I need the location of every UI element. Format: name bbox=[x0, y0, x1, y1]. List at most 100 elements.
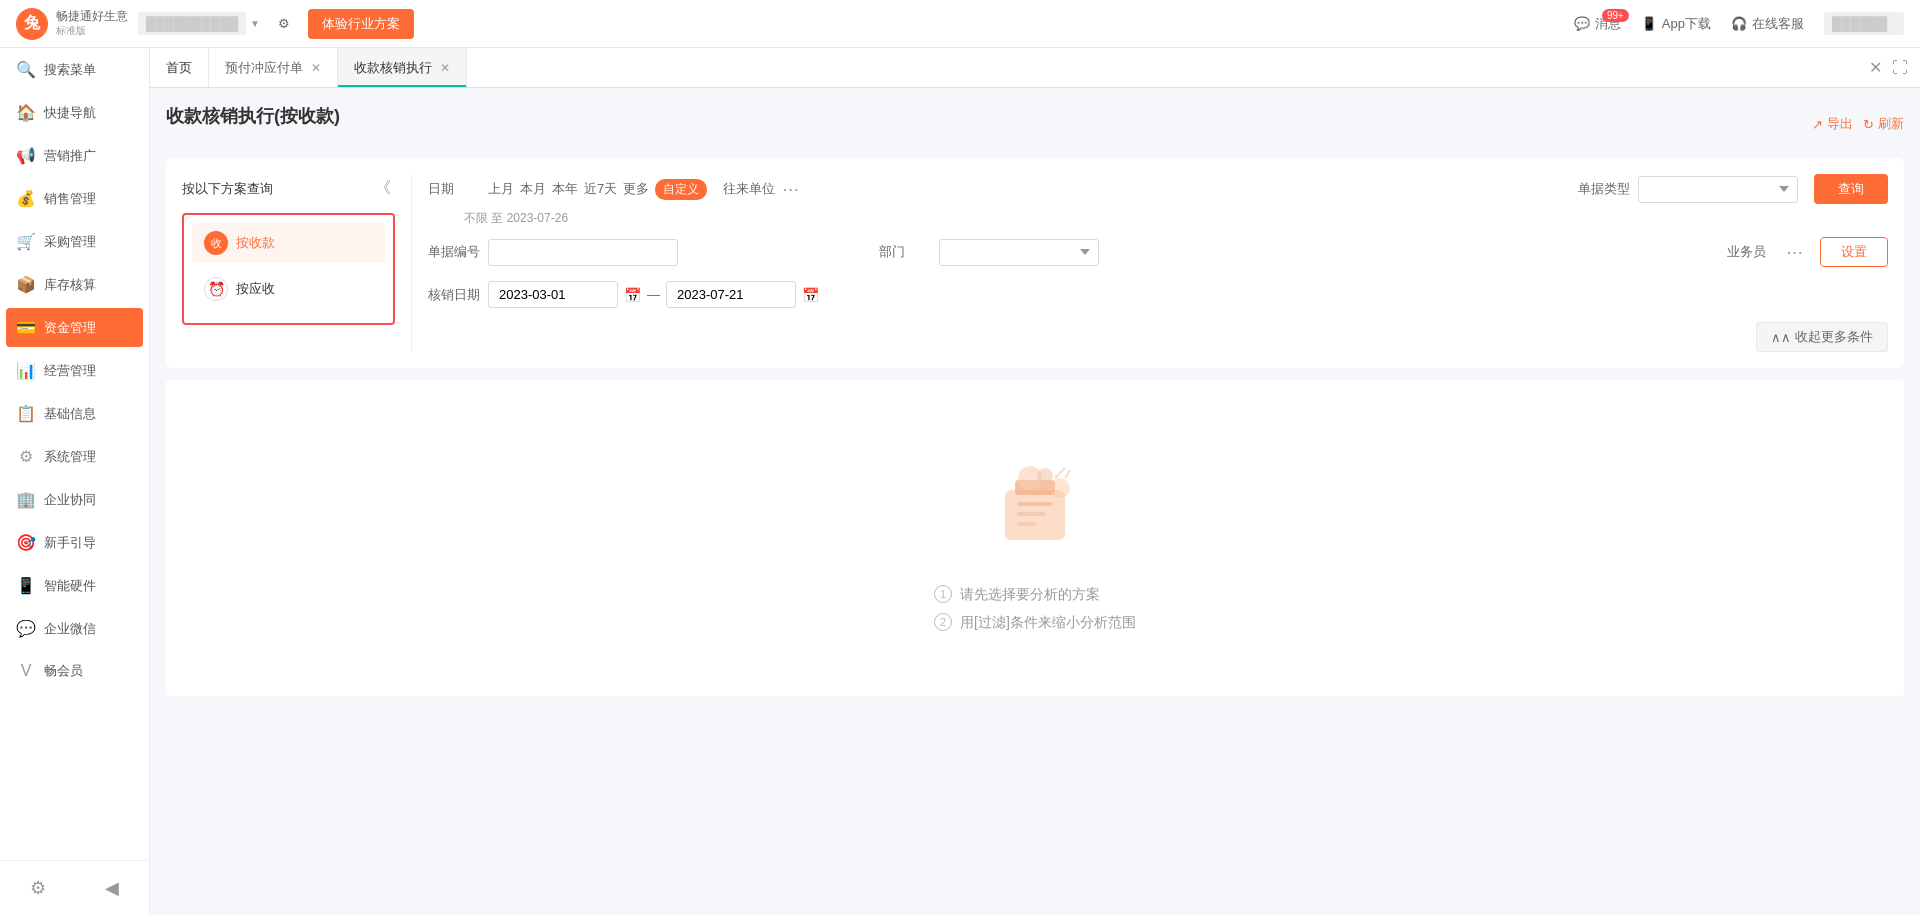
svg-rect-6 bbox=[1017, 522, 1037, 526]
sidebar-item-finance[interactable]: 💳 资金管理 bbox=[6, 308, 143, 347]
filter-container: 按以下方案查询 《 收 按收款 ⏰ 按应收 bbox=[166, 158, 1904, 368]
query-button[interactable]: 查询 bbox=[1814, 174, 1888, 204]
filter-collapse-button[interactable]: 《 bbox=[371, 174, 395, 203]
date-shortcut-more[interactable]: 更多 bbox=[623, 180, 649, 198]
verify-date-end-cal-icon[interactable]: 📅 bbox=[802, 287, 819, 303]
sidebar-label-basic-info: 基础信息 bbox=[44, 405, 96, 423]
counterparty-label: 往来单位 bbox=[723, 180, 775, 198]
hint-num-2: 2 bbox=[934, 613, 952, 631]
online-service-button[interactable]: 🎧 在线客服 bbox=[1731, 15, 1804, 33]
sidebar-label-wechat: 企业微信 bbox=[44, 620, 96, 638]
verify-date-start-cal-icon[interactable]: 📅 bbox=[624, 287, 641, 303]
app-download-label: App下载 bbox=[1662, 15, 1711, 33]
sidebar-label-purchase: 采购管理 bbox=[44, 233, 96, 251]
sidebar-item-quick-nav[interactable]: 🏠 快捷导航 bbox=[0, 91, 149, 134]
sidebar-item-basic-info[interactable]: 📋 基础信息 bbox=[0, 392, 149, 435]
service-icon: 🎧 bbox=[1731, 16, 1747, 31]
tab-collection[interactable]: 收款核销执行 ✕ bbox=[338, 48, 467, 87]
sidebar-label-sales: 销售管理 bbox=[44, 190, 96, 208]
sidebar-bottom: ⚙ ◀ bbox=[0, 860, 149, 915]
svg-line-9 bbox=[1065, 470, 1070, 478]
filter-panel-title: 按以下方案查询 bbox=[182, 180, 273, 198]
home-icon: 🏠 bbox=[16, 103, 36, 122]
empty-hints: 1 请先选择要分析的方案 2 用[过滤]条件来缩小分析范围 bbox=[934, 580, 1136, 636]
sidebar-item-marketing[interactable]: 📢 营销推广 bbox=[0, 134, 149, 177]
sidebar-item-sales[interactable]: 💰 销售管理 bbox=[0, 177, 149, 220]
filter-option-by-collection[interactable]: 收 按收款 bbox=[192, 223, 385, 263]
tab-prepaid[interactable]: 预付冲应付单 ✕ bbox=[209, 48, 338, 87]
date-shortcut-this-month[interactable]: 本月 bbox=[520, 180, 546, 198]
sidebar-label-guide: 新手引导 bbox=[44, 534, 96, 552]
export-button[interactable]: ↗ 导出 bbox=[1812, 115, 1853, 133]
logo-icon: 兔 bbox=[16, 8, 48, 40]
bottom-settings-button[interactable]: ⚙ bbox=[22, 869, 54, 907]
tab-collection-label: 收款核销执行 bbox=[354, 59, 432, 77]
tab-home-label: 首页 bbox=[166, 59, 192, 77]
dept-label: 部门 bbox=[879, 243, 931, 261]
sidebar-label-operations: 经营管理 bbox=[44, 362, 96, 380]
date-shortcut-this-year[interactable]: 本年 bbox=[552, 180, 578, 198]
industry-button[interactable]: 体验行业方案 bbox=[308, 9, 414, 39]
messages-button[interactable]: 💬 消息 99+ bbox=[1574, 15, 1621, 33]
sidebar-label-finance: 资金管理 bbox=[44, 319, 96, 337]
collapse-more-button[interactable]: ∧∧ 收起更多条件 bbox=[1756, 322, 1888, 352]
brand-selector[interactable]: ██████████ ▼ bbox=[138, 12, 260, 35]
by-collection-icon: 收 bbox=[204, 231, 228, 255]
sidebar-label-marketing: 营销推广 bbox=[44, 147, 96, 165]
refresh-button[interactable]: ↻ 刷新 bbox=[1863, 115, 1904, 133]
gear-button[interactable]: ⚙ bbox=[270, 10, 298, 38]
doc-type-select[interactable] bbox=[1638, 176, 1798, 203]
marketing-icon: 📢 bbox=[16, 146, 36, 165]
date-shortcut-7days[interactable]: 近7天 bbox=[584, 180, 617, 198]
verify-date-start-input[interactable] bbox=[488, 281, 618, 308]
wechat-icon: 💬 bbox=[16, 619, 36, 638]
dept-select[interactable] bbox=[939, 239, 1099, 266]
sidebar-item-hardware[interactable]: 📱 智能硬件 bbox=[0, 564, 149, 607]
inventory-icon: 📦 bbox=[16, 275, 36, 294]
svg-rect-4 bbox=[1017, 502, 1053, 506]
refresh-icon: ↻ bbox=[1863, 117, 1874, 132]
sidebar-item-system[interactable]: ⚙ 系统管理 bbox=[0, 435, 149, 478]
date-shortcuts: 上月 本月 本年 近7天 更多 自定义 bbox=[488, 179, 707, 200]
guide-icon: 🎯 bbox=[16, 533, 36, 552]
tab-prepaid-close[interactable]: ✕ bbox=[311, 61, 321, 75]
sidebar-item-search-menu[interactable]: 🔍 搜索菜单 bbox=[0, 48, 149, 91]
basic-info-icon: 📋 bbox=[16, 404, 36, 423]
date-custom-badge[interactable]: 自定义 bbox=[655, 179, 707, 200]
sidebar-label-hardware: 智能硬件 bbox=[44, 577, 96, 595]
doc-no-input[interactable] bbox=[488, 239, 678, 266]
tab-home[interactable]: 首页 bbox=[150, 48, 209, 87]
date-label: 日期 bbox=[428, 180, 480, 198]
collapse-chevron-icon: ∧∧ bbox=[1771, 330, 1791, 345]
app-download-button[interactable]: 📱 App下载 bbox=[1641, 15, 1711, 33]
tab-close-all-button[interactable]: ✕ bbox=[1869, 58, 1882, 77]
hint-text-2: 用[过滤]条件来缩小分析范围 bbox=[960, 608, 1136, 636]
settings-button[interactable]: 设置 bbox=[1820, 237, 1888, 267]
verify-date-field: 核销日期 📅 — 📅 bbox=[428, 281, 819, 308]
sidebar-item-inventory[interactable]: 📦 库存核算 bbox=[0, 263, 149, 306]
tab-expand-button[interactable]: ⛶ bbox=[1892, 59, 1908, 77]
sidebar-item-wechat[interactable]: 💬 企业微信 bbox=[0, 607, 149, 650]
doc-type-field: 单据类型 查询 bbox=[1306, 174, 1888, 204]
date-field: 日期 上月 本月 本年 近7天 更多 自定义 bbox=[428, 179, 707, 200]
sidebar-item-enterprise[interactable]: 🏢 企业协同 bbox=[0, 478, 149, 521]
online-service-label: 在线客服 bbox=[1752, 15, 1804, 33]
staff-dots: ··· bbox=[1787, 245, 1804, 260]
verify-date-input-group: 📅 — 📅 bbox=[488, 281, 819, 308]
collapse-sidebar-button[interactable]: ◀ bbox=[97, 869, 127, 907]
sidebar-item-operations[interactable]: 📊 经营管理 bbox=[0, 349, 149, 392]
tab-bar: 首页 预付冲应付单 ✕ 收款核销执行 ✕ ✕ ⛶ bbox=[150, 48, 1920, 88]
sidebar-label-quick-nav: 快捷导航 bbox=[44, 104, 96, 122]
sidebar-item-purchase[interactable]: 🛒 采购管理 bbox=[0, 220, 149, 263]
tab-collection-close[interactable]: ✕ bbox=[440, 61, 450, 75]
filter-option-by-receivable[interactable]: ⏰ 按应收 bbox=[192, 269, 385, 309]
message-icon: 💬 bbox=[1574, 16, 1590, 31]
sidebar-item-member[interactable]: V 畅会员 bbox=[0, 650, 149, 692]
sidebar-item-guide[interactable]: 🎯 新手引导 bbox=[0, 521, 149, 564]
verify-date-end-input[interactable] bbox=[666, 281, 796, 308]
filter-row-1: 日期 上月 本月 本年 近7天 更多 自定义 bbox=[428, 174, 1888, 204]
date-shortcut-last-month[interactable]: 上月 bbox=[488, 180, 514, 198]
logo-text-area: 畅捷通好生意 标准版 bbox=[56, 9, 128, 37]
main-layout: 🔍 搜索菜单 🏠 快捷导航 📢 营销推广 💰 销售管理 🛒 采购管理 📦 库存核… bbox=[0, 48, 1920, 915]
user-avatar[interactable]: ██████ bbox=[1824, 12, 1904, 35]
